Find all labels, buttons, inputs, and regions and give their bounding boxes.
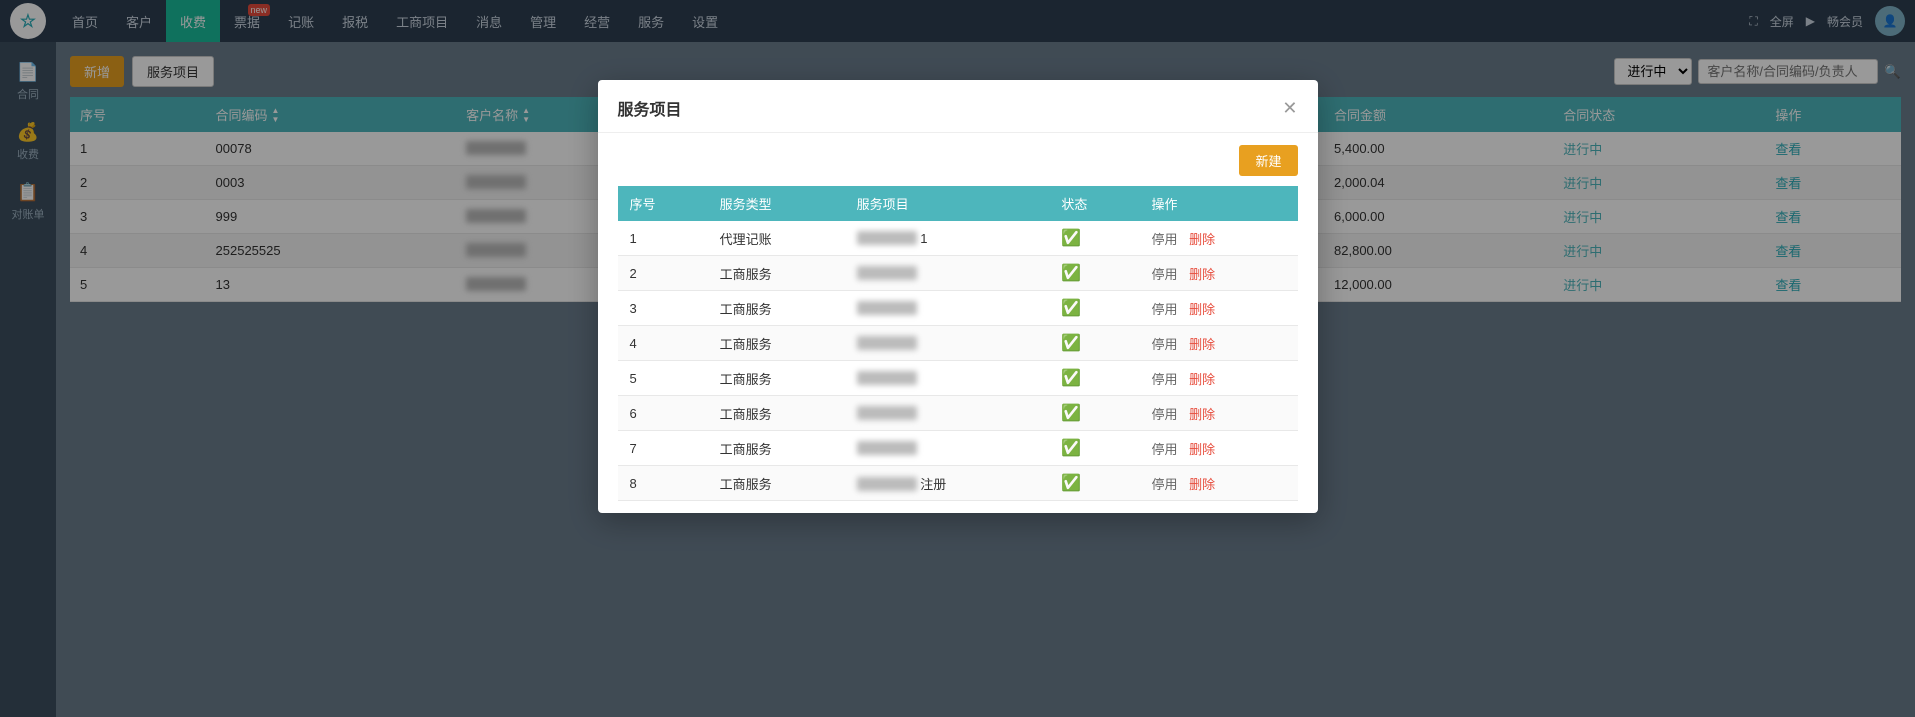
modal-new-button[interactable]: 新建 (1239, 145, 1297, 176)
modal-table-row: 4 工商服务 ✅ 停用 删除 (618, 326, 1298, 361)
stop-button[interactable]: 停用 (1152, 477, 1178, 492)
modal-col-seq: 序号 (618, 186, 708, 221)
modal-col-type: 服务类型 (708, 186, 845, 221)
delete-button[interactable]: 删除 (1189, 477, 1215, 492)
stop-button[interactable]: 停用 (1152, 337, 1178, 352)
stop-button[interactable]: 停用 (1152, 407, 1178, 422)
modal: 服务项目 ✕ 新建 序号 服务类型 服务项目 状态 操作 (598, 80, 1318, 513)
stop-button[interactable]: 停用 (1152, 302, 1178, 317)
stop-button[interactable]: 停用 (1152, 232, 1178, 247)
modal-table: 序号 服务类型 服务项目 状态 操作 1 代理记账 1 ✅ (618, 186, 1298, 501)
delete-button[interactable]: 删除 (1189, 372, 1215, 387)
modal-table-row: 5 工商服务 ✅ 停用 删除 (618, 361, 1298, 396)
modal-body: 新建 序号 服务类型 服务项目 状态 操作 1 代理记账 (598, 133, 1318, 513)
delete-button[interactable]: 删除 (1189, 407, 1215, 422)
modal-title: 服务项目 (618, 96, 682, 120)
modal-close-button[interactable]: ✕ (1282, 99, 1297, 117)
delete-button[interactable]: 删除 (1189, 267, 1215, 282)
delete-button[interactable]: 删除 (1189, 232, 1215, 247)
modal-col-action: 操作 (1140, 186, 1298, 221)
modal-col-status: 状态 (1049, 186, 1139, 221)
stop-button[interactable]: 停用 (1152, 372, 1178, 387)
stop-button[interactable]: 停用 (1152, 267, 1178, 282)
modal-table-row: 7 工商服务 ✅ 停用 删除 (618, 431, 1298, 466)
modal-toolbar: 新建 (618, 145, 1298, 176)
modal-table-row: 3 工商服务 ✅ 停用 删除 (618, 291, 1298, 326)
stop-button[interactable]: 停用 (1152, 442, 1178, 457)
modal-table-row: 1 代理记账 1 ✅ 停用 删除 (618, 221, 1298, 256)
delete-button[interactable]: 删除 (1189, 442, 1215, 457)
modal-table-row: 2 工商服务 ✅ 停用 删除 (618, 256, 1298, 291)
delete-button[interactable]: 删除 (1189, 302, 1215, 317)
modal-table-row: 8 工商服务 注册 ✅ 停用 删除 (618, 466, 1298, 501)
delete-button[interactable]: 删除 (1189, 337, 1215, 352)
modal-header: 服务项目 ✕ (598, 80, 1318, 133)
modal-table-row: 6 工商服务 ✅ 停用 删除 (618, 396, 1298, 431)
modal-overlay[interactable]: 服务项目 ✕ 新建 序号 服务类型 服务项目 状态 操作 (0, 0, 1915, 717)
modal-col-item: 服务项目 (845, 186, 1050, 221)
